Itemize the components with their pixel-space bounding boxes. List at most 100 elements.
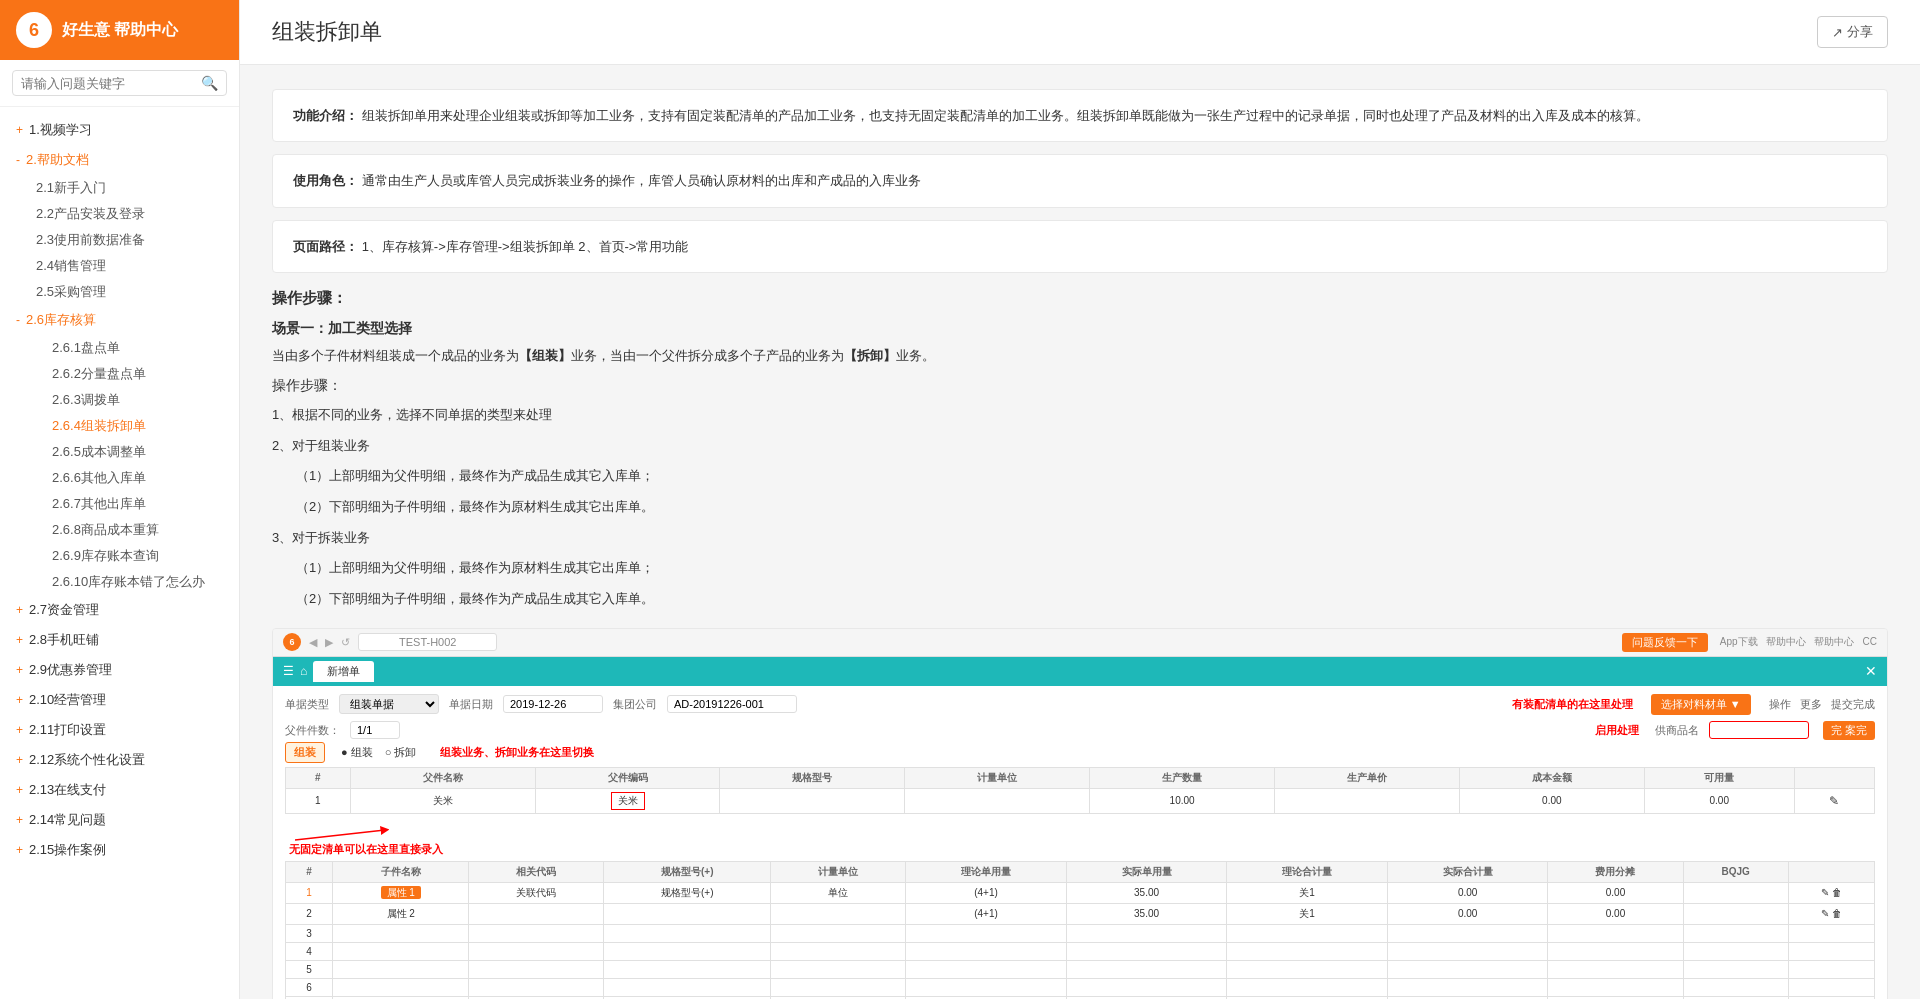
- sidebar-item-2-6-9[interactable]: 2.6.9库存账本查询: [0, 543, 239, 569]
- step-2: 2、对于组装业务: [272, 434, 1888, 459]
- sidebar-item-2-6-8[interactable]: 2.6.8商品成本重算: [0, 517, 239, 543]
- path-intro-text: 1、库存核算->库存管理->组装拆卸单 2、首页->常用功能: [362, 239, 689, 254]
- sidebar-item-2-6-2[interactable]: 2.6.2分量盘点单: [0, 361, 239, 387]
- mock-supplier-input[interactable]: [1709, 721, 1809, 739]
- page-title: 组装拆卸单: [272, 17, 382, 47]
- sidebar-item-2-6-6[interactable]: 2.6.6其他入库单: [0, 465, 239, 491]
- mock-th-seq: #: [286, 767, 351, 788]
- mock-field-date[interactable]: [503, 695, 603, 713]
- screenshot-block: 6 ◀ ▶ ↺ TEST-H002 问题反馈一下 App下载 帮助中心 帮助中心…: [272, 628, 1888, 999]
- mock-th-name: 父件名称: [350, 767, 535, 788]
- sidebar-item-2-3[interactable]: 2.3使用前数据准备: [0, 227, 239, 253]
- mock-th-op: [1794, 767, 1874, 788]
- feature-intro-text: 组装拆卸单用来处理企业组装或拆卸等加工业务，支持有固定装配清单的产品加工业务，也…: [362, 108, 1649, 123]
- mock-parent-table: # 父件名称 父件编码 规格型号 计量单位 生产数量 生产单价 成本金额 可用量: [285, 767, 1875, 814]
- mock-sidebar-icon: ☰: [283, 664, 294, 678]
- mock-child-th-op: [1788, 861, 1874, 882]
- sidebar-item-1[interactable]: + 1.视频学习: [0, 115, 239, 145]
- mock-child-row-2: 2 属性 2 (4+1) 35.00 关1 0.00 0.00: [286, 903, 1875, 924]
- mock-content-area: 单据类型 组装单据 单据日期 集团公司 有装配清单的在这里处理 选择对料材单 ▼…: [273, 686, 1887, 999]
- role-label: 使用角色：: [293, 173, 358, 188]
- sidebar-item-2-5[interactable]: 2.5采购管理: [0, 279, 239, 305]
- mock-child-op-2[interactable]: ✎ 🗑: [1821, 908, 1842, 919]
- mock-child-th-seq: #: [286, 861, 333, 882]
- share-icon: ↗: [1832, 25, 1843, 40]
- annotation-scene-switch: 组装业务、拆卸业务在这里切换: [440, 745, 594, 760]
- mock-refresh: ↺: [341, 636, 350, 649]
- feature-intro-block: 功能介绍： 组装拆卸单用来处理企业组装或拆卸等加工业务，支持有固定装配清单的产品…: [272, 89, 1888, 142]
- sidebar-item-2-6-5[interactable]: 2.6.5成本调整单: [0, 439, 239, 465]
- mock-supplier-label: 供商品名: [1655, 723, 1699, 738]
- mock-count-label: 父件件数：: [285, 723, 340, 738]
- logo-icon: 6: [16, 12, 52, 48]
- mock-field-code[interactable]: [667, 695, 797, 713]
- sidebar: 6 好生意 帮助中心 🔍 + 1.视频学习 - 2.帮助文档 2.1新手入门 2…: [0, 0, 240, 999]
- sidebar-item-2-10[interactable]: + 2.10经营管理: [0, 685, 239, 715]
- mock-th-spec: 规格型号: [720, 767, 905, 788]
- mock-select-bill-btn[interactable]: 选择对料材单 ▼: [1651, 694, 1751, 715]
- sidebar-item-2-6-4[interactable]: 2.6.4组装拆卸单: [0, 413, 239, 439]
- step-1: 1、根据不同的业务，选择不同单据的类型来处理: [272, 403, 1888, 428]
- prefix-icon-2-6: -: [16, 313, 20, 327]
- mock-child-th-code: 相关代码: [469, 861, 604, 882]
- mock-th-qty: 生产数量: [1090, 767, 1275, 788]
- sidebar-item-2-6-10[interactable]: 2.6.10库存账本错了怎么办: [0, 569, 239, 595]
- ops-steps-title: 操作步骤：: [272, 377, 1888, 395]
- sidebar-item-2-13-label: 2.13在线支付: [29, 781, 106, 799]
- main-content: 功能介绍： 组装拆卸单用来处理企业组装或拆卸等加工业务，支持有固定装配清单的产品…: [240, 65, 1920, 999]
- mock-app-tab[interactable]: 新增单: [313, 661, 374, 682]
- mock-feedback-btn[interactable]: 问题反馈一下: [1622, 633, 1708, 652]
- sidebar-item-2-13[interactable]: + 2.13在线支付: [0, 775, 239, 805]
- mock-confirm-btn[interactable]: 完 案完: [1823, 721, 1875, 740]
- mock-nav-back: ◀: [309, 636, 317, 649]
- sidebar-item-2-2[interactable]: 2.2产品安装及登录: [0, 201, 239, 227]
- annotation-qiyong: 启用处理: [1595, 723, 1639, 738]
- sidebar-item-2-6[interactable]: - 2.6库存核算: [0, 305, 239, 335]
- prefix-icon-2-9: +: [16, 663, 23, 677]
- ops-title: 操作步骤：: [272, 289, 1888, 308]
- sidebar-item-2-4[interactable]: 2.4销售管理: [0, 253, 239, 279]
- sidebar-item-2-11-label: 2.11打印设置: [29, 721, 106, 739]
- prefix-icon-2-7: +: [16, 603, 23, 617]
- mock-child-row-5: 5: [286, 960, 1875, 978]
- mock-app-bar: ☰ ⌂ 新增单 ✕: [273, 657, 1887, 686]
- search-input[interactable]: [21, 76, 201, 91]
- mock-field-type[interactable]: 组装单据: [339, 694, 439, 714]
- prefix-icon-2-11: +: [16, 723, 23, 737]
- path-label: 页面路径：: [293, 239, 358, 254]
- sidebar-item-2-6-7[interactable]: 2.6.7其他出库单: [0, 491, 239, 517]
- mock-home-icon: ⌂: [300, 664, 307, 678]
- prefix-icon-1: +: [16, 123, 23, 137]
- search-input-wrap[interactable]: 🔍: [12, 70, 227, 96]
- mock-child-op-1[interactable]: ✎ 🗑: [1821, 887, 1842, 898]
- mock-address-bar: TEST-H002: [358, 633, 497, 651]
- sidebar-item-2[interactable]: - 2.帮助文档: [0, 145, 239, 175]
- mock-row-op-icon[interactable]: ✎: [1829, 794, 1839, 808]
- share-button[interactable]: ↗ 分享: [1817, 16, 1888, 48]
- sidebar-item-2-14[interactable]: + 2.14常见问题: [0, 805, 239, 835]
- mock-child-row-6: 6: [286, 978, 1875, 996]
- sidebar-item-2-1[interactable]: 2.1新手入门: [0, 175, 239, 201]
- sidebar-item-2-8[interactable]: + 2.8手机旺铺: [0, 625, 239, 655]
- mock-assemble-badge: 组装: [285, 742, 325, 763]
- sidebar-item-2-12[interactable]: + 2.12系统个性化设置: [0, 745, 239, 775]
- mock-th-unit: 计量单位: [905, 767, 1090, 788]
- mock-child-th-fee: 费用分摊: [1548, 861, 1683, 882]
- mock-radio-2[interactable]: ○ 拆卸: [385, 745, 417, 760]
- search-icon: 🔍: [201, 75, 218, 91]
- step-3-1: （1）上部明细为父件明细，最终作为原材料生成其它出库单；: [296, 556, 1888, 581]
- sidebar-item-2-11[interactable]: + 2.11打印设置: [0, 715, 239, 745]
- sidebar-item-2-6-1[interactable]: 2.6.1盘点单: [0, 335, 239, 361]
- mock-child-th-theory: 理论单用量: [906, 861, 1067, 882]
- mock-close-icon[interactable]: ✕: [1865, 663, 1877, 679]
- sidebar-item-2-15[interactable]: + 2.15操作案例: [0, 835, 239, 865]
- sidebar-item-2-12-label: 2.12系统个性化设置: [29, 751, 145, 769]
- mock-count-input[interactable]: [350, 721, 400, 739]
- role-intro-text: 通常由生产人员或库管人员完成拆装业务的操作，库管人员确认原材料的出库和产成品的入…: [362, 173, 921, 188]
- sidebar-item-2-9[interactable]: + 2.9优惠券管理: [0, 655, 239, 685]
- sidebar-item-2-6-3[interactable]: 2.6.3调拨单: [0, 387, 239, 413]
- mock-logo: 6: [283, 633, 301, 651]
- sidebar-item-2-7[interactable]: + 2.7资金管理: [0, 595, 239, 625]
- mock-radio-1[interactable]: ● 组装: [341, 745, 373, 760]
- step-2-1: （1）上部明细为父件明细，最终作为产成品生成其它入库单；: [296, 464, 1888, 489]
